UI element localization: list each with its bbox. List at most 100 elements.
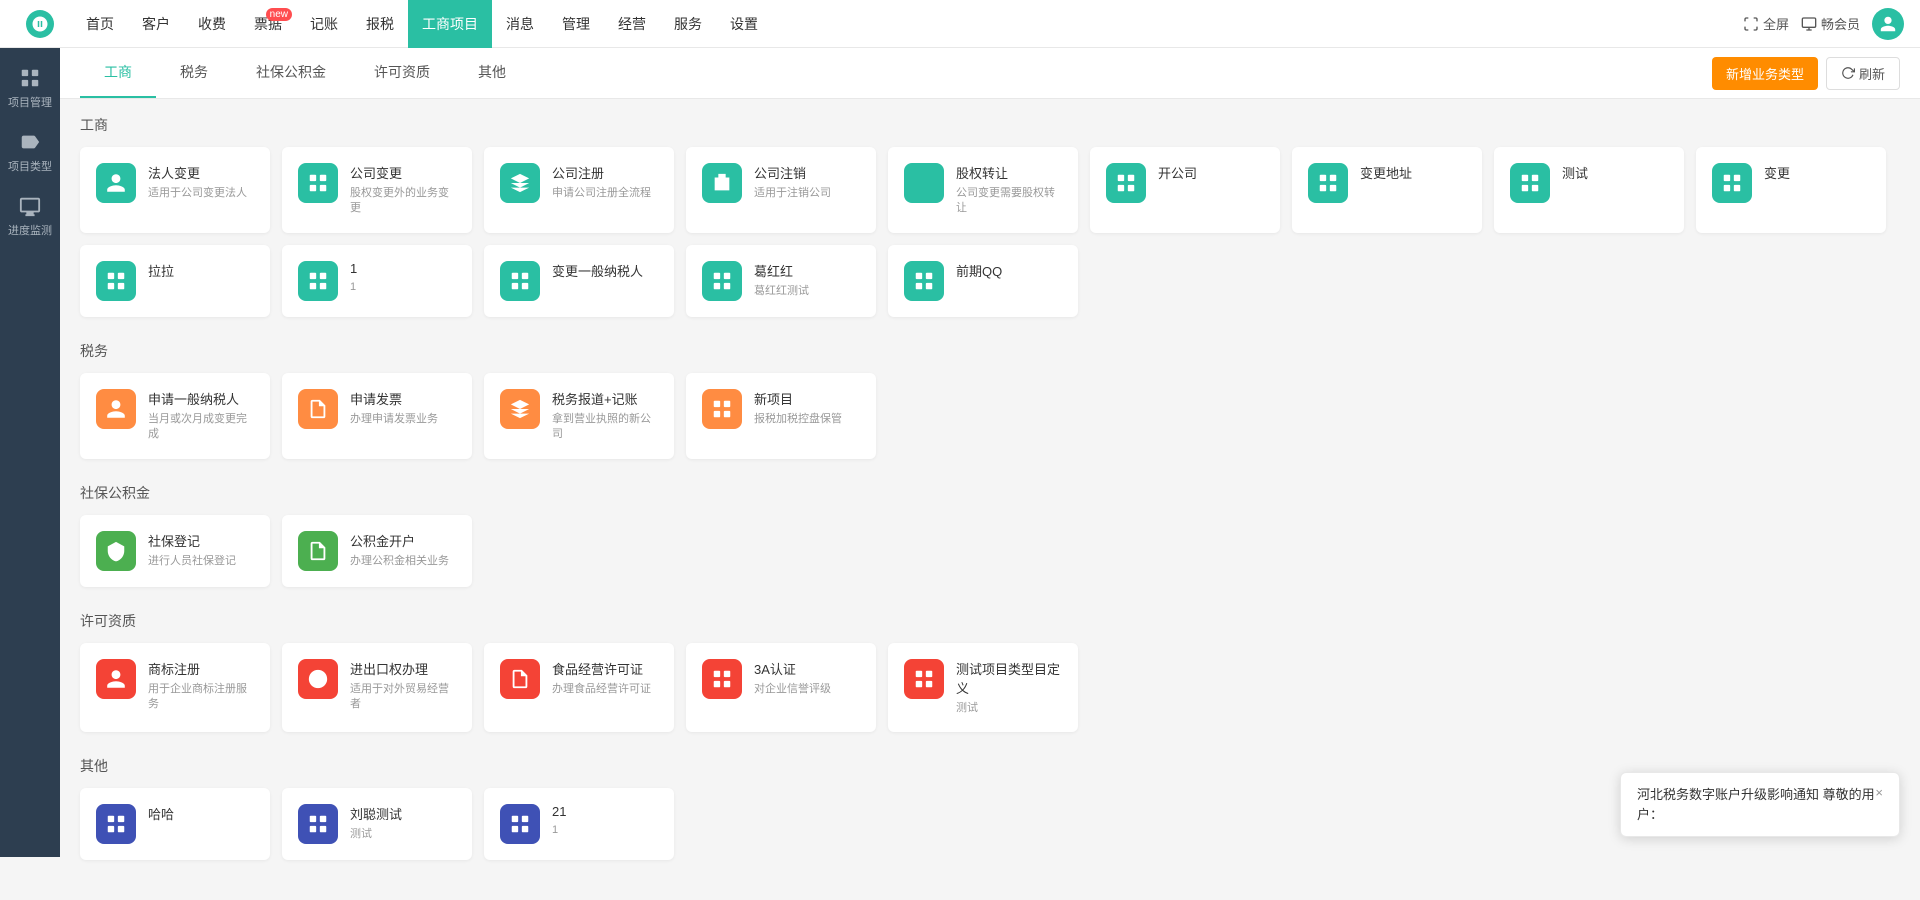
card-icon-twentyone: [500, 804, 540, 844]
nav-tax[interactable]: 报税: [352, 0, 408, 48]
nav-message[interactable]: 消息: [492, 0, 548, 48]
logo[interactable]: [16, 0, 64, 48]
card-ceshi[interactable]: 测试: [1494, 147, 1684, 233]
card-gongsibiangeng[interactable]: 公司变更 股权变更外的业务变更: [282, 147, 472, 233]
top-nav: 首页 客户 收费 票据 new 记账 报税 工商项目 消息 管理 经营 服务 设…: [0, 0, 1920, 48]
card-shenqingna[interactable]: 申请一般纳税人 当月或次月成变更完成: [80, 373, 270, 459]
card-desc: 适用于注销公司: [754, 186, 860, 201]
card-shuiwubaodao[interactable]: 税务报道+记账 拿到营业执照的新公司: [484, 373, 674, 459]
card-icon-gongsibiangeng: [298, 163, 338, 203]
card-gongsizuxiao[interactable]: 公司注销 适用于注销公司: [686, 147, 876, 233]
card-desc: 对企业信誉评级: [754, 682, 860, 697]
card-desc: 办理申请发票业务: [350, 412, 456, 427]
card-icon-3arenzheng: [702, 659, 742, 699]
card-icon-gongjijinkaihu: [298, 531, 338, 571]
card-ceshixiangmulei[interactable]: 测试项目类型目定义 测试: [888, 643, 1078, 732]
card-icon-qianqiQQ: [904, 261, 944, 301]
nav-settings[interactable]: 设置: [716, 0, 772, 48]
card-title: 变更一般纳税人: [552, 261, 658, 280]
grid-icon: [18, 66, 42, 90]
sidebar-label-project-type: 项目类型: [8, 158, 52, 174]
card-lala[interactable]: 拉拉: [80, 245, 270, 317]
tab-shebao[interactable]: 社保公积金: [232, 48, 350, 98]
logo-icon: [26, 10, 54, 38]
card-icon-liucongceshi: [298, 804, 338, 844]
card-title: 税务报道+记账: [552, 389, 658, 408]
card-shipin[interactable]: 食品经营许可证 办理食品经营许可证: [484, 643, 674, 732]
nav-bookkeep[interactable]: 记账: [296, 0, 352, 48]
card-title: 21: [552, 804, 658, 819]
member-label: 畅会员: [1821, 14, 1860, 33]
nav-operation[interactable]: 经营: [604, 0, 660, 48]
user-avatar[interactable]: [1872, 8, 1904, 40]
tab-xuke[interactable]: 许可资质: [350, 48, 454, 98]
card-title: 变更: [1764, 163, 1870, 182]
card-title: 进出口权办理: [350, 659, 456, 678]
tab-other[interactable]: 其他: [454, 48, 530, 98]
card-gehonghong[interactable]: 葛红红 葛红红测试: [686, 245, 876, 317]
nav-home[interactable]: 首页: [72, 0, 128, 48]
nav-invoice[interactable]: 票据 new: [240, 0, 296, 48]
card-desc: 办理公积金相关业务: [350, 554, 456, 569]
section-shuiwu: 税务 申请一般纳税人 当月或次月成变更完成 申请发: [80, 341, 1900, 459]
refresh-button[interactable]: 刷新: [1826, 57, 1900, 90]
notification-text: 河北税务数字账户升级影响通知 尊敬的用户：: [1637, 785, 1883, 824]
notification-close-button[interactable]: ×: [1875, 785, 1883, 800]
card-gongjijinkaihu[interactable]: 公积金开户 办理公积金相关业务: [282, 515, 472, 587]
card-title: 哈哈: [148, 804, 254, 823]
card-haha[interactable]: 哈哈: [80, 788, 270, 860]
nav-billing[interactable]: 收费: [184, 0, 240, 48]
card-gongsizhu[interactable]: 公司注册 申请公司注册全流程: [484, 147, 674, 233]
card-kaigongsi[interactable]: 开公司: [1090, 147, 1280, 233]
card-shenqingfapiao[interactable]: 申请发票 办理申请发票业务: [282, 373, 472, 459]
card-3arenzheng[interactable]: 3A认证 对企业信誉评级: [686, 643, 876, 732]
nav-service[interactable]: 服务: [660, 0, 716, 48]
card-twentyone[interactable]: 21 1: [484, 788, 674, 860]
card-title: 股权转让: [956, 163, 1062, 182]
nav-bizproject[interactable]: 工商项目: [408, 0, 492, 48]
card-farendbiangeng[interactable]: 法人变更 适用于公司变更法人: [80, 147, 270, 233]
fullscreen-button[interactable]: 全屏: [1743, 14, 1789, 33]
card-title: 公积金开户: [350, 531, 456, 550]
card-icon-biangengna: [500, 261, 540, 301]
card-shebaodengji[interactable]: 社保登记 进行人员社保登记: [80, 515, 270, 587]
member-button[interactable]: 畅会员: [1801, 14, 1860, 33]
refresh-icon: [1841, 66, 1855, 80]
card-biangeng[interactable]: 变更: [1696, 147, 1886, 233]
card-title: 社保登记: [148, 531, 254, 550]
card-title: 开公司: [1158, 163, 1264, 182]
card-icon-shangbiaozhuce: [96, 659, 136, 699]
card-guquanzhuanrang[interactable]: 股权转让 公司变更需要股权转让: [888, 147, 1078, 233]
card-icon-biangengdizhi: [1308, 163, 1348, 203]
card-title: 变更地址: [1360, 163, 1466, 182]
sidebar-item-progress-monitor[interactable]: 进度监测: [0, 184, 60, 248]
card-shangbiaozhuce[interactable]: 商标注册 用于企业商标注册服务: [80, 643, 270, 732]
nav-customer[interactable]: 客户: [128, 0, 184, 48]
card-biangengna[interactable]: 变更一般纳税人: [484, 245, 674, 317]
sidebar-item-project-type[interactable]: 项目类型: [0, 120, 60, 184]
card-title: 前期QQ: [956, 261, 1062, 280]
card-desc: 用于企业商标注册服务: [148, 682, 254, 713]
card-title: 新项目: [754, 389, 860, 408]
card-title: 测试项目类型目定义: [956, 659, 1062, 697]
card-biangengdizhi[interactable]: 变更地址: [1292, 147, 1482, 233]
card-one[interactable]: 1 1: [282, 245, 472, 317]
card-icon-shebaodengji: [96, 531, 136, 571]
new-type-button[interactable]: 新增业务类型: [1712, 57, 1818, 90]
tab-shuiwu[interactable]: 税务: [156, 48, 232, 98]
card-qianqiQQ[interactable]: 前期QQ: [888, 245, 1078, 317]
card-title: 法人变更: [148, 163, 254, 182]
card-icon-biangeng: [1712, 163, 1752, 203]
card-title: 拉拉: [148, 261, 254, 280]
card-desc: 1: [350, 280, 456, 295]
card-jinchukouban[interactable]: 进出口权办理 适用于对外贸易经营者: [282, 643, 472, 732]
card-xinxiangmu[interactable]: 新项目 报税加税控盘保管: [686, 373, 876, 459]
sidebar: 项目管理 项目类型 进度监测: [0, 48, 60, 857]
card-icon-gehonghong: [702, 261, 742, 301]
card-liucongceshi[interactable]: 刘聪测试 测试: [282, 788, 472, 860]
sidebar-item-project-manage[interactable]: 项目管理: [0, 56, 60, 120]
nav-items: 首页 客户 收费 票据 new 记账 报税 工商项目 消息 管理 经营 服务 设…: [72, 0, 772, 48]
card-title: 测试: [1562, 163, 1668, 182]
tab-gongshang[interactable]: 工商: [80, 48, 156, 98]
nav-manage[interactable]: 管理: [548, 0, 604, 48]
